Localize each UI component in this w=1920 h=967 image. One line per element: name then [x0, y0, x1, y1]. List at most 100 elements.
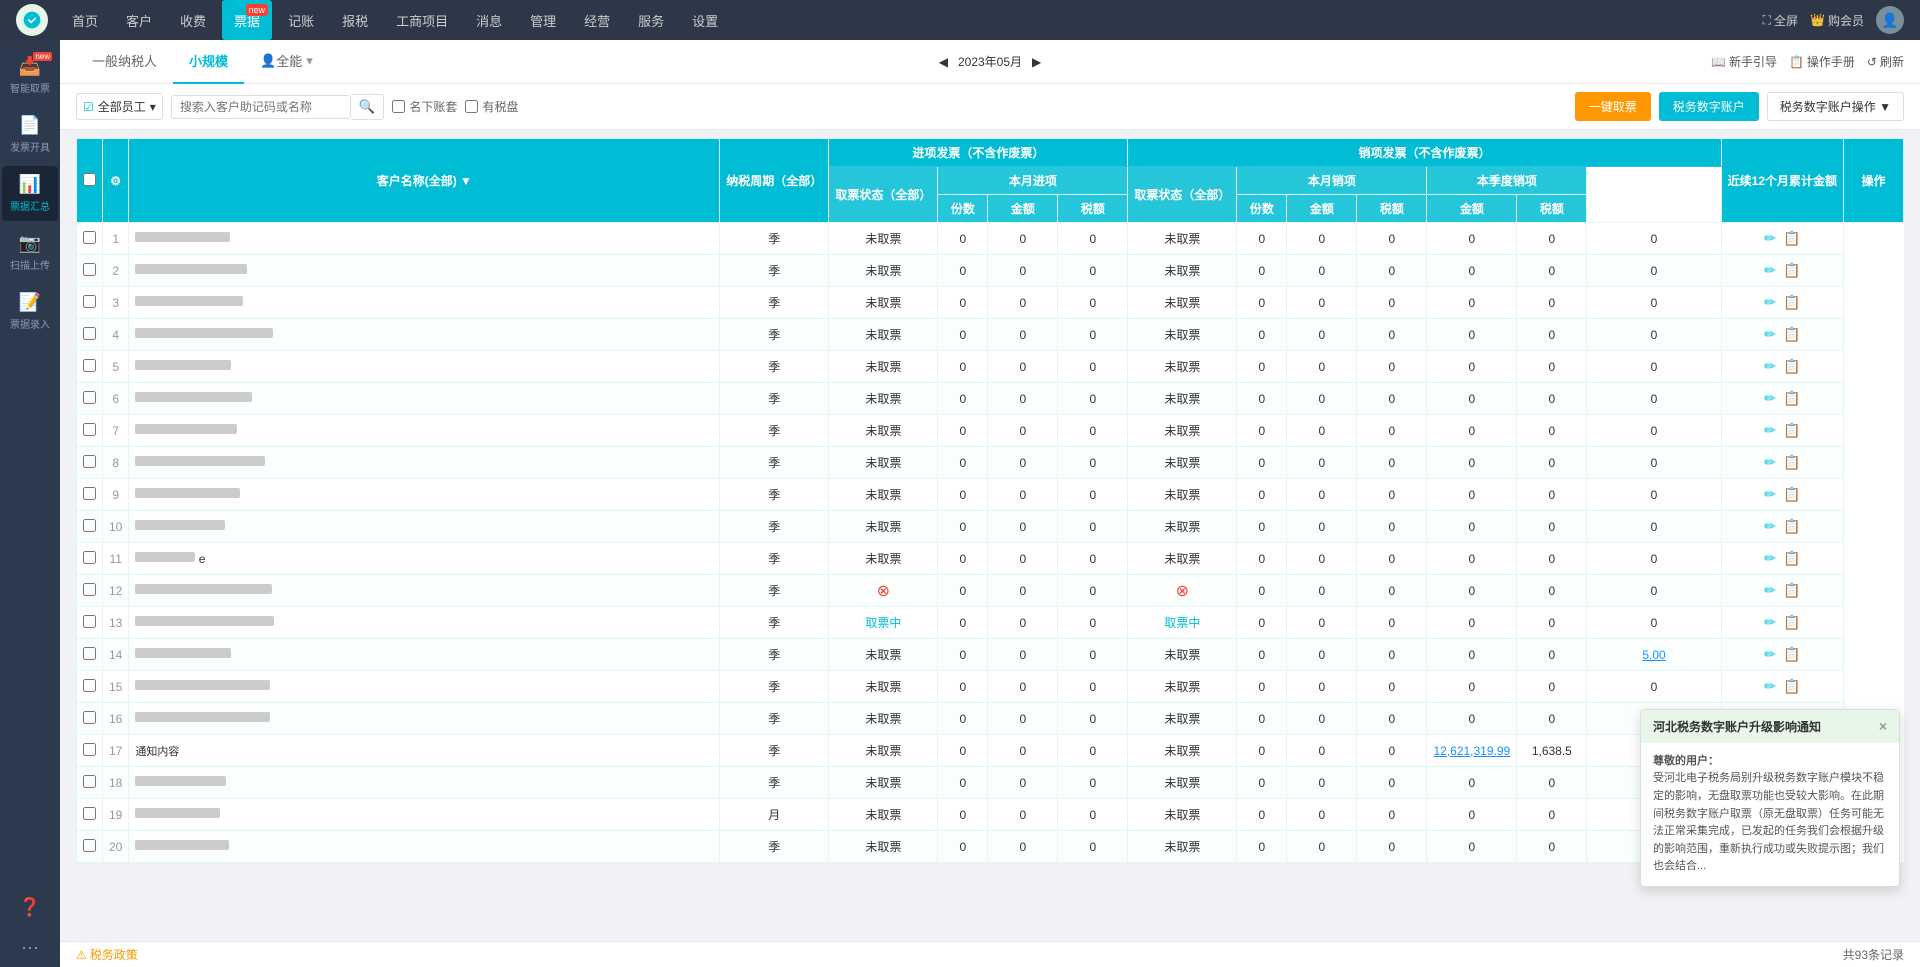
row-check[interactable] — [83, 679, 96, 692]
copy-btn[interactable]: 📋 — [1781, 260, 1802, 281]
nav-invoice[interactable]: 票据 new — [222, 0, 272, 40]
nav-operate[interactable]: 经营 — [572, 0, 622, 40]
copy-btn[interactable]: 📋 — [1781, 580, 1802, 601]
edit-btn[interactable]: ✏ — [1762, 324, 1778, 345]
row-check[interactable] — [83, 775, 96, 788]
edit-btn[interactable]: ✏ — [1762, 580, 1778, 601]
nav-home[interactable]: 首页 — [60, 0, 110, 40]
fullscreen-btn[interactable]: ⛶ 全屏 — [1763, 12, 1798, 29]
copy-btn[interactable]: 📋 — [1781, 676, 1802, 697]
nav-message[interactable]: 消息 — [464, 0, 514, 40]
nav-business[interactable]: 工商项目 — [384, 0, 460, 40]
row-in-count: 0 — [938, 607, 988, 639]
sidebar-item-entry[interactable]: 📝 票据录入 — [2, 284, 58, 339]
tax-disk-check[interactable] — [465, 100, 478, 113]
edit-btn[interactable]: ✏ — [1762, 228, 1778, 249]
down-account-check[interactable] — [392, 100, 405, 113]
notification-close-btn[interactable]: × — [1879, 718, 1887, 734]
tab-small[interactable]: 小规模 — [173, 40, 244, 84]
tax-policy-link[interactable]: ⚠ 税务政策 — [76, 946, 138, 963]
copy-btn[interactable]: 📋 — [1781, 356, 1802, 377]
edit-btn[interactable]: ✏ — [1762, 644, 1778, 665]
copy-btn[interactable]: 📋 — [1781, 292, 1802, 313]
edit-btn[interactable]: ✏ — [1762, 388, 1778, 409]
copy-btn[interactable]: 📋 — [1781, 484, 1802, 505]
copy-btn[interactable]: 📋 — [1781, 612, 1802, 633]
row-check[interactable] — [83, 263, 96, 276]
row-check[interactable] — [83, 839, 96, 852]
edit-btn[interactable]: ✏ — [1762, 260, 1778, 281]
row-check[interactable] — [83, 423, 96, 436]
manual-btn[interactable]: 📋 操作手册 — [1789, 53, 1855, 70]
copy-btn[interactable]: 📋 — [1781, 516, 1802, 537]
row-check[interactable] — [83, 327, 96, 340]
edit-btn[interactable]: ✏ — [1762, 548, 1778, 569]
sidebar-item-scan[interactable]: 📷 扫描上传 — [2, 225, 58, 280]
edit-btn[interactable]: ✏ — [1762, 676, 1778, 697]
row-check[interactable] — [83, 231, 96, 244]
tab-all[interactable]: 👤 全能 ▾ — [244, 40, 329, 84]
sidebar-item-intelligent[interactable]: 📥 智能取票 new — [2, 48, 58, 103]
sidebar-item-help[interactable]: ❓ — [2, 889, 58, 926]
q-amount-value[interactable]: 12,621,319.99 — [1433, 744, 1510, 758]
row-check[interactable] — [83, 295, 96, 308]
row-q-tax: 0 — [1517, 223, 1587, 255]
copy-btn[interactable]: 📋 — [1781, 388, 1802, 409]
row-check[interactable] — [83, 615, 96, 628]
tax-digital-btn[interactable]: 税务数字账户 — [1659, 92, 1759, 121]
nav-client[interactable]: 客户 — [114, 0, 164, 40]
select-all-checkbox[interactable] — [83, 173, 96, 186]
nav-tax[interactable]: 报税 — [330, 0, 380, 40]
row-check[interactable] — [83, 359, 96, 372]
search-button[interactable]: 🔍 — [351, 94, 385, 120]
row-check[interactable] — [83, 455, 96, 468]
next-period-btn[interactable]: ▶ — [1032, 55, 1041, 69]
tax-operation-btn[interactable]: 税务数字账户操作 ▼ — [1767, 92, 1904, 121]
employee-filter[interactable]: ☑ 全部员工 ▾ — [76, 93, 163, 120]
one-key-btn[interactable]: 一键取票 — [1575, 92, 1651, 121]
prev-period-btn[interactable]: ◀ — [939, 55, 948, 69]
nav-fee[interactable]: 收费 — [168, 0, 218, 40]
copy-btn[interactable]: 📋 — [1781, 420, 1802, 441]
row-check[interactable] — [83, 583, 96, 596]
nav-accounting[interactable]: 记账 — [276, 0, 326, 40]
app-logo[interactable] — [16, 4, 48, 36]
row-check[interactable] — [83, 807, 96, 820]
edit-btn[interactable]: ✏ — [1762, 356, 1778, 377]
row-check[interactable] — [83, 519, 96, 532]
edit-btn[interactable]: ✏ — [1762, 292, 1778, 313]
down-account-checkbox[interactable]: 名下账套 — [392, 98, 457, 115]
nav-service[interactable]: 服务 — [626, 0, 676, 40]
row-check[interactable] — [83, 391, 96, 404]
sidebar-item-summary[interactable]: 📊 票据汇总 — [2, 166, 58, 221]
sidebar-item-extra[interactable]: ⋯ — [2, 930, 58, 967]
edit-btn[interactable]: ✏ — [1762, 420, 1778, 441]
edit-btn[interactable]: ✏ — [1762, 452, 1778, 473]
edit-btn[interactable]: ✏ — [1762, 516, 1778, 537]
rolling-value[interactable]: 5.00 — [1642, 648, 1665, 662]
nav-settings[interactable]: 设置 — [680, 0, 730, 40]
refresh-btn[interactable]: ↺ 刷新 — [1867, 53, 1904, 70]
row-checkbox — [77, 575, 103, 607]
row-check[interactable] — [83, 551, 96, 564]
edit-btn[interactable]: ✏ — [1762, 484, 1778, 505]
row-check[interactable] — [83, 647, 96, 660]
row-check[interactable] — [83, 743, 96, 756]
tab-general[interactable]: 一般纳税人 — [76, 40, 173, 84]
not-fetched-status: 未取票 — [865, 712, 901, 726]
copy-btn[interactable]: 📋 — [1781, 228, 1802, 249]
nav-manage[interactable]: 管理 — [518, 0, 568, 40]
sidebar-item-open[interactable]: 📄 发票开具 — [2, 107, 58, 162]
row-check[interactable] — [83, 487, 96, 500]
member-btn[interactable]: 👑 购会员 — [1810, 12, 1864, 29]
copy-btn[interactable]: 📋 — [1781, 548, 1802, 569]
edit-btn[interactable]: ✏ — [1762, 612, 1778, 633]
copy-btn[interactable]: 📋 — [1781, 324, 1802, 345]
copy-btn[interactable]: 📋 — [1781, 644, 1802, 665]
user-avatar[interactable]: 👤 — [1876, 6, 1904, 34]
row-check[interactable] — [83, 711, 96, 724]
tax-disk-checkbox[interactable]: 有税盘 — [465, 98, 518, 115]
copy-btn[interactable]: 📋 — [1781, 452, 1802, 473]
guide-btn[interactable]: 📖 新手引导 — [1711, 53, 1777, 70]
search-input[interactable] — [171, 95, 351, 119]
